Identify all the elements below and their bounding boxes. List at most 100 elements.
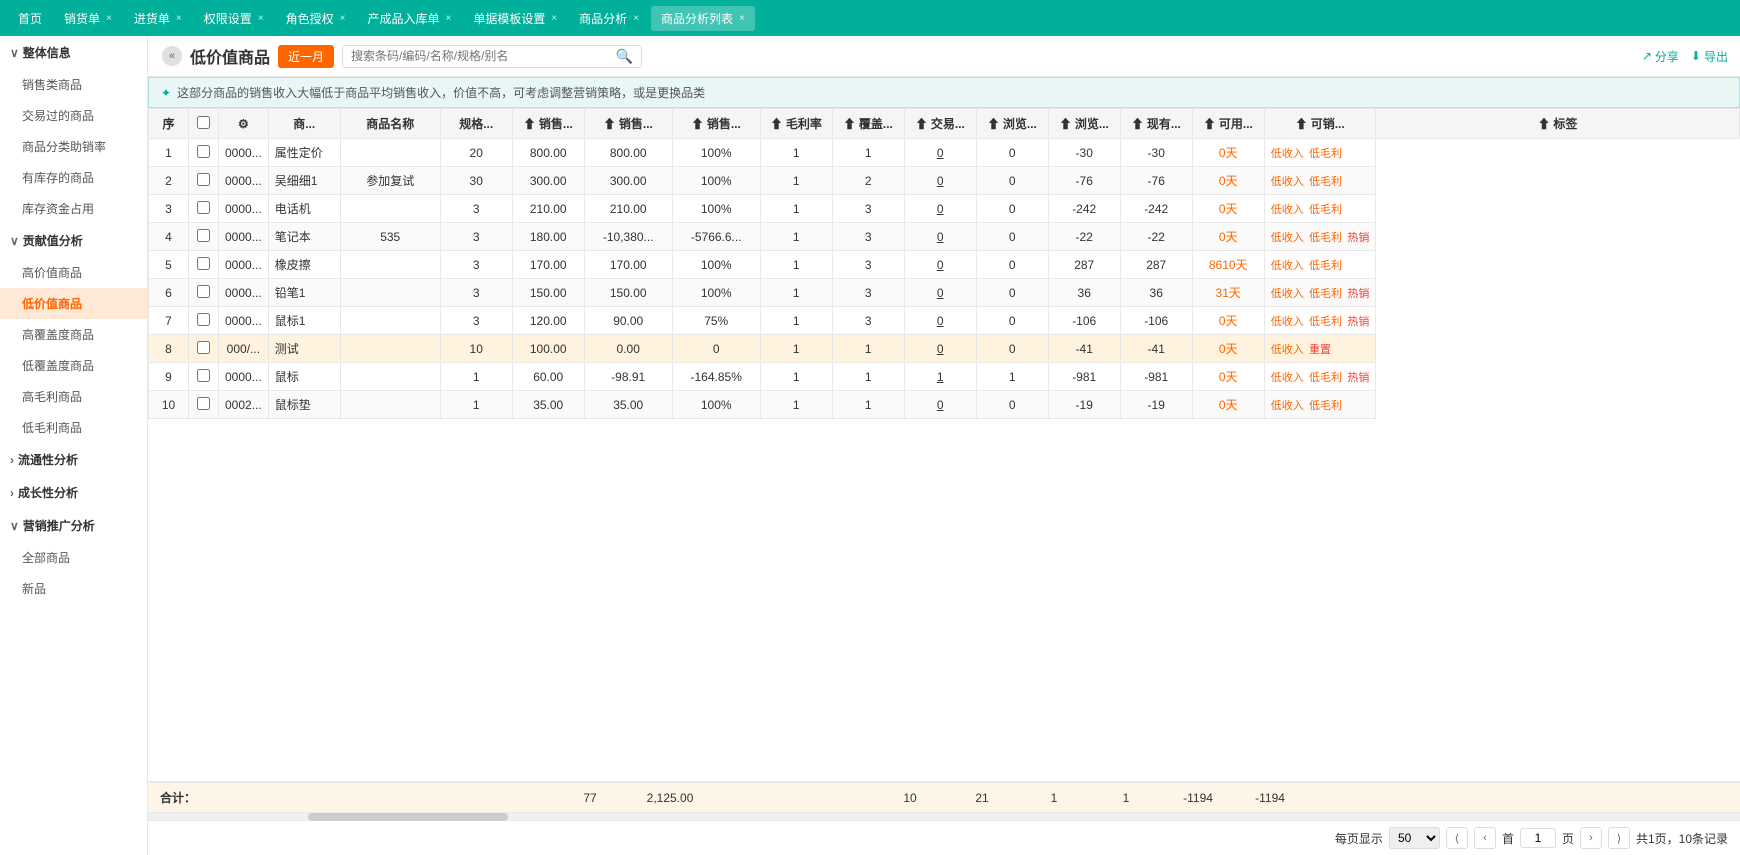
nav-products-close[interactable]: × — [445, 13, 451, 24]
tag: 低收入 — [1271, 204, 1304, 216]
cell-checkbox[interactable] — [189, 279, 219, 307]
sidebar-item-high-profit[interactable]: 高毛利商品 — [0, 381, 147, 412]
time-filter-button[interactable]: 近一月 — [278, 45, 334, 68]
export-button[interactable]: ⬇ 导出 — [1691, 48, 1728, 65]
browse-link[interactable]: 0 — [937, 258, 944, 272]
browse-link[interactable]: 0 — [937, 286, 944, 300]
browse-link[interactable]: 0 — [937, 146, 944, 160]
sidebar-item-stocked-goods[interactable]: 有库存的商品 — [0, 162, 147, 193]
prev-page-btn[interactable]: ‹ — [1474, 827, 1496, 849]
select-all-checkbox[interactable] — [197, 116, 210, 129]
row-checkbox[interactable] — [197, 285, 210, 298]
cell-code: 0000... — [219, 167, 269, 195]
cell-checkbox[interactable] — [189, 139, 219, 167]
nav-goods-list[interactable]: 商品分析列表 × — [651, 6, 755, 31]
per-page-select[interactable]: 50 100 — [1389, 827, 1440, 849]
cell-checkbox[interactable] — [189, 195, 219, 223]
th-checkbox[interactable] — [189, 109, 219, 139]
nav-goods-list-close[interactable]: × — [739, 13, 745, 24]
nav-purchase[interactable]: 进货单 × — [124, 6, 192, 31]
row-checkbox[interactable] — [197, 341, 210, 354]
cell-browse1[interactable]: 0 — [904, 139, 976, 167]
nav-permissions-close[interactable]: × — [258, 13, 264, 24]
browse-link[interactable]: 0 — [937, 230, 944, 244]
cell-tags: 低收入 低毛利 — [1264, 251, 1376, 279]
browse-link[interactable]: 0 — [937, 314, 944, 328]
nav-products[interactable]: 产成品入库单 × — [357, 6, 461, 31]
cell-checkbox[interactable] — [189, 251, 219, 279]
table-footer: 合计： 77 2,125.00 10 21 1 1 -1194 -1194 — [148, 781, 1740, 812]
cell-browse1[interactable]: 0 — [904, 251, 976, 279]
th-settings[interactable]: ⚙ — [219, 109, 269, 139]
cell-browse1[interactable]: 0 — [904, 195, 976, 223]
tag: 重置 — [1309, 344, 1331, 356]
sidebar-item-stock-capital[interactable]: 库存资金占用 — [0, 193, 147, 224]
browse-link[interactable]: 1 — [937, 370, 944, 384]
browse-link[interactable]: 0 — [937, 174, 944, 188]
sidebar-collapse-btn[interactable]: « — [162, 46, 182, 66]
sidebar-section-liquidity[interactable]: › 流通性分析 — [0, 443, 147, 476]
cell-code: 0002... — [219, 391, 269, 419]
cell-checkbox[interactable] — [189, 307, 219, 335]
row-checkbox[interactable] — [197, 313, 210, 326]
cell-browse1[interactable]: 0 — [904, 279, 976, 307]
sidebar-item-category-rate[interactable]: 商品分类助销率 — [0, 131, 147, 162]
sidebar-item-all-goods[interactable]: 全部商品 — [0, 542, 147, 573]
sidebar-section-growth[interactable]: › 成长性分析 — [0, 476, 147, 509]
sidebar-item-new-goods[interactable]: 新品 — [0, 573, 147, 604]
sidebar-section-contribution[interactable]: ∨ 贡献值分析 — [0, 224, 147, 257]
nav-sales[interactable]: 销货单 × — [54, 6, 122, 31]
row-checkbox[interactable] — [197, 397, 210, 410]
cell-browse1[interactable]: 0 — [904, 307, 976, 335]
browse-link[interactable]: 0 — [937, 398, 944, 412]
nav-roles-close[interactable]: × — [340, 13, 346, 24]
cell-checkbox[interactable] — [189, 391, 219, 419]
first-page-btn[interactable]: ⟨ — [1446, 827, 1468, 849]
row-checkbox[interactable] — [197, 369, 210, 382]
cell-browse1[interactable]: 0 — [904, 167, 976, 195]
sidebar-item-low-value[interactable]: 低价值商品 — [0, 288, 147, 319]
sidebar-section-marketing[interactable]: ∨ 营销推广分析 — [0, 509, 147, 542]
search-input[interactable] — [351, 49, 616, 63]
nav-templates-close[interactable]: × — [551, 13, 557, 24]
footer-browse1: 1 — [1018, 791, 1090, 805]
row-checkbox[interactable] — [197, 257, 210, 270]
sidebar-item-high-coverage[interactable]: 高覆盖度商品 — [0, 319, 147, 350]
sidebar-item-high-value[interactable]: 高价值商品 — [0, 257, 147, 288]
nav-purchase-close[interactable]: × — [176, 13, 182, 24]
share-button[interactable]: ↗ 分享 — [1642, 48, 1679, 65]
row-checkbox[interactable] — [197, 145, 210, 158]
nav-roles[interactable]: 角色授权 × — [276, 6, 356, 31]
search-icon[interactable]: 🔍 — [616, 48, 633, 65]
next-page-btn[interactable]: › — [1580, 827, 1602, 849]
nav-permissions[interactable]: 权限设置 × — [194, 6, 274, 31]
sidebar-item-low-profit[interactable]: 低毛利商品 — [0, 412, 147, 443]
sidebar-item-traded-goods[interactable]: 交易过的商品 — [0, 100, 147, 131]
nav-sales-close[interactable]: × — [106, 13, 112, 24]
nav-templates[interactable]: 单据模板设置 × — [463, 6, 567, 31]
nav-goods-analysis[interactable]: 商品分析 × — [569, 6, 649, 31]
row-checkbox[interactable] — [197, 229, 210, 242]
row-checkbox[interactable] — [197, 173, 210, 186]
page-input[interactable] — [1520, 828, 1556, 848]
last-page-btn[interactable]: ⟩ — [1608, 827, 1630, 849]
tag: 低毛利 — [1309, 400, 1342, 412]
nav-goods-analysis-close[interactable]: × — [633, 13, 639, 24]
horizontal-scrollbar[interactable] — [148, 812, 1740, 820]
row-checkbox[interactable] — [197, 201, 210, 214]
sidebar-item-low-coverage[interactable]: 低覆盖度商品 — [0, 350, 147, 381]
cell-checkbox[interactable] — [189, 363, 219, 391]
cell-browse1[interactable]: 0 — [904, 223, 976, 251]
cell-checkbox[interactable] — [189, 335, 219, 363]
cell-checkbox[interactable] — [189, 223, 219, 251]
cell-browse1[interactable]: 0 — [904, 391, 976, 419]
cell-browse1[interactable]: 1 — [904, 363, 976, 391]
cell-checkbox[interactable] — [189, 167, 219, 195]
nav-home[interactable]: 首页 — [8, 6, 52, 31]
cell-browse1[interactable]: 0 — [904, 335, 976, 363]
browse-link[interactable]: 0 — [937, 342, 944, 356]
browse-link[interactable]: 0 — [937, 202, 944, 216]
sidebar-section-general[interactable]: ∨ 整体信息 — [0, 36, 147, 69]
scrollbar-thumb[interactable] — [308, 813, 508, 821]
sidebar-item-sales-goods[interactable]: 销售类商品 — [0, 69, 147, 100]
